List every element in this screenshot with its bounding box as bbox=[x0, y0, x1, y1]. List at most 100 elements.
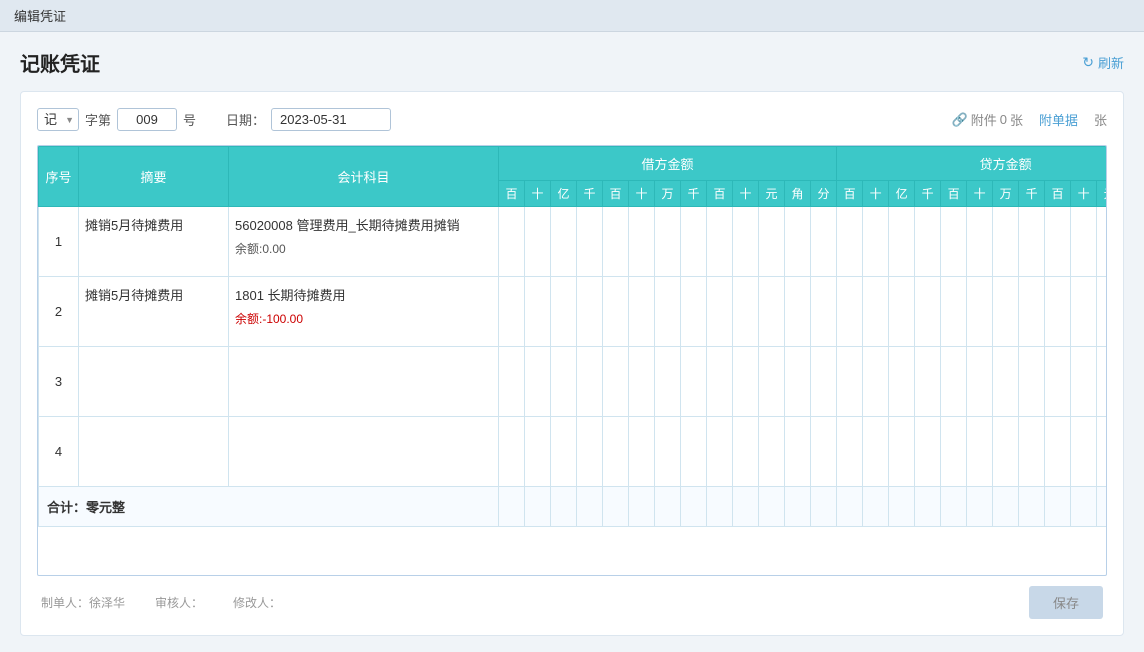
credit-cell-r1-c5[interactable] bbox=[941, 207, 967, 277]
credit-cell-r1-c9[interactable] bbox=[1045, 207, 1071, 277]
row-summary-2[interactable]: 摊销5月待摊费用 bbox=[79, 277, 229, 347]
debit-cell-r1-c6[interactable] bbox=[629, 207, 655, 277]
credit-cell-r2-c5[interactable] bbox=[941, 277, 967, 347]
row-summary-1[interactable]: 摊销5月待摊费用 bbox=[79, 207, 229, 277]
debit-cell-r3-c1[interactable] bbox=[499, 347, 525, 417]
debit-cell-r4-c10[interactable] bbox=[733, 417, 759, 487]
debit-cell-r3-c3[interactable] bbox=[551, 347, 577, 417]
debit-cell-r4-c2[interactable] bbox=[525, 417, 551, 487]
debit-cell-r4-c11[interactable] bbox=[759, 417, 785, 487]
debit-cell-r2-c3[interactable] bbox=[551, 277, 577, 347]
credit-cell-r2-c2[interactable] bbox=[863, 277, 889, 347]
credit-cell-r1-c10[interactable] bbox=[1071, 207, 1097, 277]
debit-cell-r1-c13[interactable] bbox=[811, 207, 837, 277]
credit-cell-r3-c7[interactable] bbox=[993, 347, 1019, 417]
debit-cell-r3-c4[interactable] bbox=[577, 347, 603, 417]
debit-cell-r2-c7[interactable] bbox=[655, 277, 681, 347]
credit-cell-r1-c8[interactable] bbox=[1019, 207, 1045, 277]
debit-cell-r1-c3[interactable] bbox=[551, 207, 577, 277]
credit-cell-r3-c5[interactable] bbox=[941, 347, 967, 417]
debit-cell-r2-c8[interactable] bbox=[681, 277, 707, 347]
credit-cell-r3-c11[interactable] bbox=[1097, 347, 1107, 417]
credit-cell-r4-c4[interactable] bbox=[915, 417, 941, 487]
credit-cell-r4-c3[interactable] bbox=[889, 417, 915, 487]
credit-cell-r1-c6[interactable] bbox=[967, 207, 993, 277]
debit-cell-r4-c6[interactable] bbox=[629, 417, 655, 487]
credit-cell-r2-c9[interactable] bbox=[1045, 277, 1071, 347]
credit-cell-r3-c9[interactable] bbox=[1045, 347, 1071, 417]
debit-cell-r3-c8[interactable] bbox=[681, 347, 707, 417]
debit-cell-r3-c6[interactable] bbox=[629, 347, 655, 417]
debit-cell-r2-c5[interactable] bbox=[603, 277, 629, 347]
row-summary-3[interactable] bbox=[79, 347, 229, 417]
credit-cell-r4-c8[interactable] bbox=[1019, 417, 1045, 487]
refresh-button[interactable]: ↻ 刷新 bbox=[1082, 53, 1124, 72]
debit-cell-r2-c9[interactable] bbox=[707, 277, 733, 347]
row-account-1[interactable]: 56020008 管理费用_长期待摊费用摊销余额:0.00 bbox=[229, 207, 499, 277]
date-input[interactable] bbox=[271, 108, 391, 131]
debit-cell-r3-c2[interactable] bbox=[525, 347, 551, 417]
debit-cell-r4-c3[interactable] bbox=[551, 417, 577, 487]
credit-cell-r4-c10[interactable] bbox=[1071, 417, 1097, 487]
credit-cell-r1-c2[interactable] bbox=[863, 207, 889, 277]
credit-cell-r2-c10[interactable] bbox=[1071, 277, 1097, 347]
debit-cell-r2-c2[interactable] bbox=[525, 277, 551, 347]
credit-cell-r3-c6[interactable] bbox=[967, 347, 993, 417]
debit-cell-r2-c11[interactable] bbox=[759, 277, 785, 347]
credit-cell-r3-c1[interactable] bbox=[837, 347, 863, 417]
credit-cell-r2-c8[interactable] bbox=[1019, 277, 1045, 347]
credit-cell-r1-c7[interactable] bbox=[993, 207, 1019, 277]
debit-cell-r4-c12[interactable] bbox=[785, 417, 811, 487]
credit-cell-r4-c5[interactable] bbox=[941, 417, 967, 487]
debit-cell-r4-c5[interactable] bbox=[603, 417, 629, 487]
credit-cell-r4-c9[interactable] bbox=[1045, 417, 1071, 487]
debit-cell-r3-c5[interactable] bbox=[603, 347, 629, 417]
debit-cell-r1-c4[interactable] bbox=[577, 207, 603, 277]
debit-cell-r4-c1[interactable] bbox=[499, 417, 525, 487]
debit-cell-r4-c9[interactable] bbox=[707, 417, 733, 487]
credit-cell-r3-c2[interactable] bbox=[863, 347, 889, 417]
credit-cell-r2-c3[interactable] bbox=[889, 277, 915, 347]
row-account-2[interactable]: 1801 长期待摊费用余额:-100.00 bbox=[229, 277, 499, 347]
debit-cell-r3-c12[interactable] bbox=[785, 347, 811, 417]
debit-cell-r2-c6[interactable] bbox=[629, 277, 655, 347]
credit-cell-r4-c6[interactable] bbox=[967, 417, 993, 487]
debit-cell-r2-c4[interactable] bbox=[577, 277, 603, 347]
credit-cell-r2-c7[interactable] bbox=[993, 277, 1019, 347]
debit-cell-r1-c5[interactable] bbox=[603, 207, 629, 277]
credit-cell-r3-c10[interactable] bbox=[1071, 347, 1097, 417]
credit-cell-r3-c8[interactable] bbox=[1019, 347, 1045, 417]
row-summary-4[interactable] bbox=[79, 417, 229, 487]
debit-cell-r2-c10[interactable] bbox=[733, 277, 759, 347]
save-button[interactable]: 保存 bbox=[1029, 586, 1103, 619]
credit-cell-r1-c3[interactable] bbox=[889, 207, 915, 277]
debit-cell-r3-c7[interactable] bbox=[655, 347, 681, 417]
credit-cell-r1-c4[interactable] bbox=[915, 207, 941, 277]
debit-cell-r3-c10[interactable] bbox=[733, 347, 759, 417]
debit-cell-r2-c12[interactable] bbox=[785, 277, 811, 347]
debit-cell-r2-c1[interactable] bbox=[499, 277, 525, 347]
voucher-number-input[interactable] bbox=[117, 108, 177, 131]
credit-cell-r1-c1[interactable] bbox=[837, 207, 863, 277]
debit-cell-r1-c11[interactable] bbox=[759, 207, 785, 277]
credit-cell-r4-c1[interactable] bbox=[837, 417, 863, 487]
debit-cell-r4-c4[interactable] bbox=[577, 417, 603, 487]
credit-cell-r2-c11[interactable] bbox=[1097, 277, 1107, 347]
debit-cell-r3-c11[interactable] bbox=[759, 347, 785, 417]
debit-cell-r1-c10[interactable] bbox=[733, 207, 759, 277]
credit-cell-r2-c6[interactable] bbox=[967, 277, 993, 347]
credit-cell-r4-c2[interactable] bbox=[863, 417, 889, 487]
debit-cell-r4-c13[interactable] bbox=[811, 417, 837, 487]
attach-sheet-button[interactable]: 附单据 bbox=[1039, 110, 1078, 129]
debit-cell-r1-c2[interactable] bbox=[525, 207, 551, 277]
credit-cell-r3-c4[interactable] bbox=[915, 347, 941, 417]
debit-cell-r1-c9[interactable] bbox=[707, 207, 733, 277]
debit-cell-r1-c1[interactable] bbox=[499, 207, 525, 277]
row-account-3[interactable] bbox=[229, 347, 499, 417]
debit-cell-r1-c7[interactable] bbox=[655, 207, 681, 277]
credit-cell-r4-c7[interactable] bbox=[993, 417, 1019, 487]
credit-cell-r2-c4[interactable] bbox=[915, 277, 941, 347]
type-select[interactable]: 记 bbox=[37, 108, 79, 131]
debit-cell-r1-c12[interactable] bbox=[785, 207, 811, 277]
debit-cell-r2-c13[interactable] bbox=[811, 277, 837, 347]
